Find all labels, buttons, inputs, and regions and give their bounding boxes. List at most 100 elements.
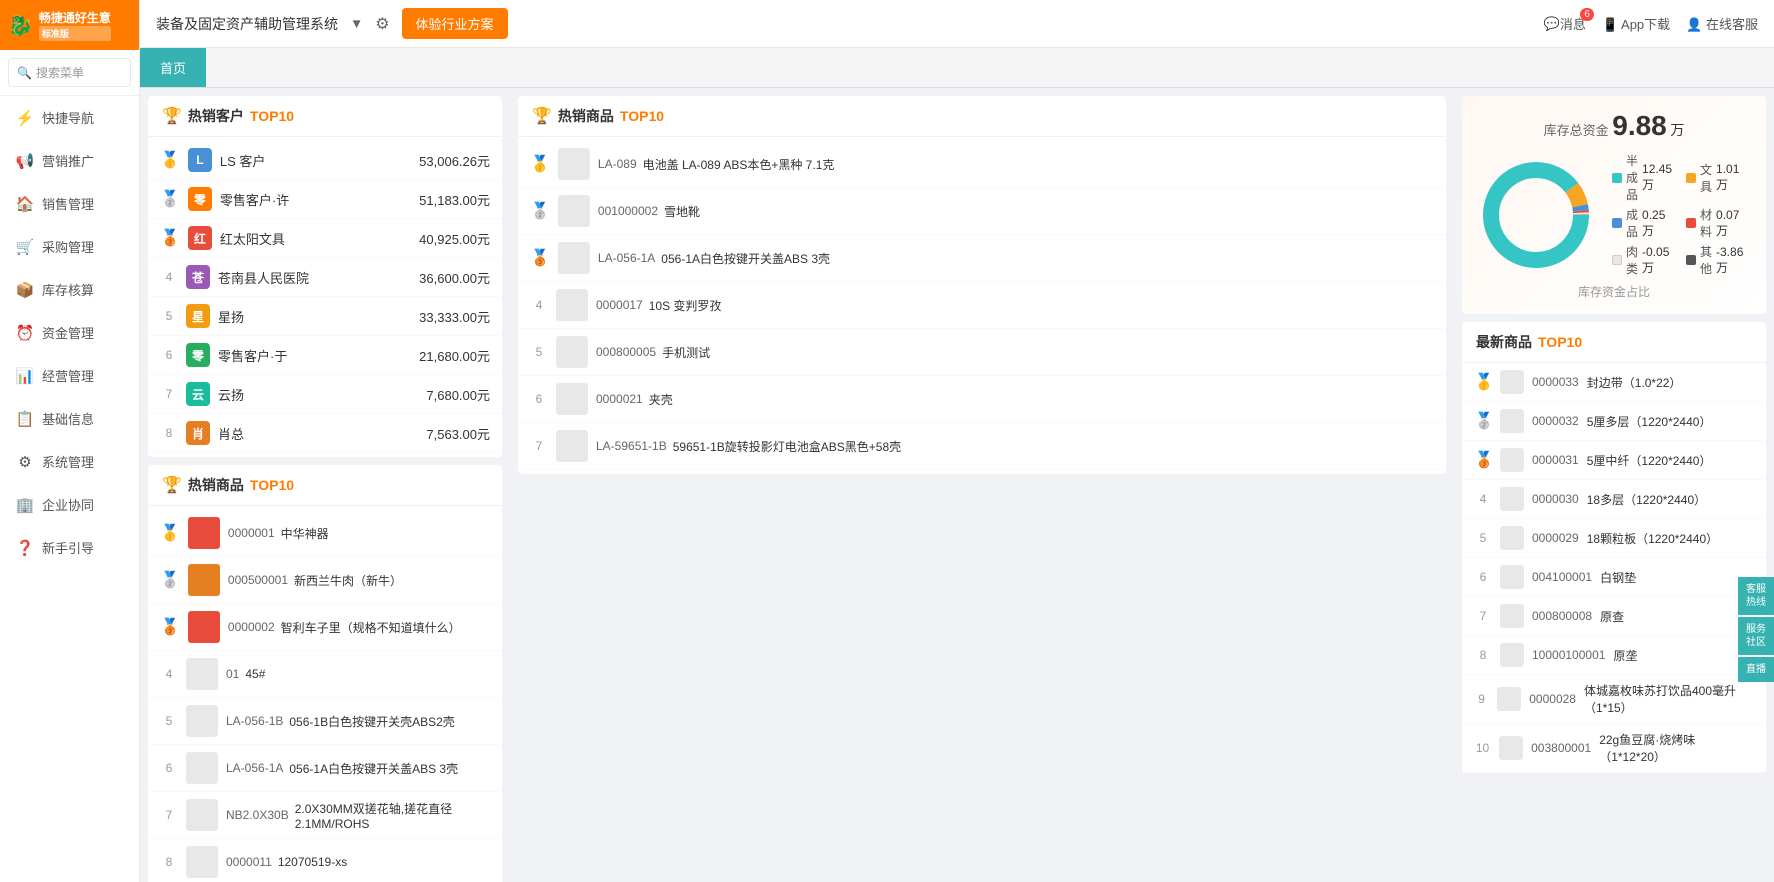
pr-name-4: 10S 变判罗孜: [649, 297, 722, 314]
sidebar-item-enterprise[interactable]: 🏢 企业协同: [0, 483, 139, 526]
sidebar-search-area[interactable]: 🔍 搜索菜单: [0, 50, 139, 96]
rank-num-7: 7: [160, 387, 178, 401]
prod-trophy-icon: 🏆: [532, 106, 552, 126]
float-service-community[interactable]: 服务社区: [1738, 617, 1774, 655]
newest-item-6: 6 004100001 白钢垫: [1462, 558, 1766, 597]
inventory-unit: 万: [1670, 122, 1684, 138]
legend-dot-1: [1612, 173, 1622, 183]
marketing-icon: 📢: [16, 152, 34, 170]
guide-icon: ❓: [16, 539, 34, 557]
inventory-label: 库存总资金: [1544, 123, 1609, 138]
tab-home[interactable]: 首页: [140, 48, 206, 87]
sidebar-item-label: 基础信息: [42, 409, 94, 428]
product-code-6: LA-056-1A: [226, 761, 283, 775]
product-code-8: 0000011: [226, 855, 272, 869]
product-info-6: LA-056-1A 056-1A白色按键开关盖ABS 3壳: [226, 760, 490, 777]
sidebar-item-purchase[interactable]: 🛒 采购管理: [0, 225, 139, 268]
nav-tabs: 首页: [140, 48, 1774, 88]
float-service: 客服热线 服务社区 直播: [1738, 577, 1774, 682]
newest-name-7: 原查: [1600, 608, 1624, 625]
newest-code-4: 0000030: [1532, 492, 1579, 506]
sidebar-item-system[interactable]: ⚙ 系统管理: [0, 440, 139, 483]
inventory-total: 库存总资金 9.88 万: [1476, 110, 1752, 142]
pr-thumb-4: [556, 289, 588, 321]
newest-item-1: 🥇 0000033 封边带（1.0*22）: [1462, 363, 1766, 402]
legend-val-3: 0.25 万: [1642, 208, 1678, 239]
sidebar-item-label: 企业协同: [42, 495, 94, 514]
sales-icon: 🏠: [16, 195, 34, 213]
customer-amount-1: 53,006.26元: [419, 151, 490, 170]
product-info-3: 0000002 智利车子里（规格不知道填什么）: [228, 619, 490, 636]
online-service-link[interactable]: 👤 在线客服: [1686, 14, 1758, 33]
customer-rank-1: 🥇 L LS 客户 53,006.26元: [148, 141, 502, 180]
system-dropdown-button[interactable]: ▼: [350, 16, 363, 31]
search-icon: 🔍: [17, 66, 32, 80]
product-name-6: 056-1A白色按键开关盖ABS 3壳: [289, 760, 458, 777]
sidebar-item-shortcut[interactable]: ⚡ 快捷导航: [0, 96, 139, 139]
product-ranking-right-badge: TOP10: [620, 108, 664, 124]
customer-top10-title: 热销客户: [188, 106, 244, 126]
inventory-value: 9.88: [1612, 110, 1667, 141]
trial-button[interactable]: 体验行业方案: [402, 8, 508, 39]
legend-dot-3: [1612, 218, 1622, 228]
sidebar-item-basic[interactable]: 📋 基础信息: [0, 397, 139, 440]
sidebar-item-operation[interactable]: 📊 经营管理: [0, 354, 139, 397]
system-icon: ⚙: [16, 453, 34, 471]
prod-right-6: 6 0000021 夹壳: [518, 376, 1446, 423]
hot-products-title: 热销商品: [188, 475, 244, 495]
newest-thumb-8: [1500, 643, 1524, 667]
sidebar-item-finance[interactable]: ⏰ 资金管理: [0, 311, 139, 354]
sidebar-item-guide[interactable]: ❓ 新手引导: [0, 526, 139, 569]
newest-item-9: 9 0000028 体城嘉枚味苏打饮品400毫升（1*15）: [1462, 675, 1766, 724]
phone-icon: 📱: [1602, 17, 1618, 32]
medal-3: 🥉: [160, 228, 180, 248]
newest-thumb-9: [1497, 687, 1521, 711]
product-thumb-6: [186, 752, 218, 784]
inventory-icon: 📦: [16, 281, 34, 299]
product-thumb-5: [186, 705, 218, 737]
newest-code-10: 003800001: [1531, 741, 1591, 755]
hot-medal-3: 🥉: [160, 617, 180, 637]
avatar-7: 云: [186, 382, 210, 406]
product-thumb-7: [186, 799, 218, 831]
hot-medal-1: 🥇: [160, 523, 180, 543]
legend-dot-4: [1686, 218, 1696, 228]
customer-name-2: 零售客户·许: [220, 190, 411, 209]
pr-info-2: 001000002 雪地靴: [598, 203, 1434, 220]
prod-right-5: 5 000800005 手机测试: [518, 329, 1446, 376]
pr-medal-1: 🥇: [530, 154, 550, 174]
rank-num-8: 8: [160, 426, 178, 440]
newest-medal-3: 🥉: [1474, 450, 1492, 470]
sidebar-menu: ⚡ 快捷导航 📢 营销推广 🏠 销售管理 🛒 采购管理 📦 库存核算 ⏰ 资: [0, 96, 139, 882]
sidebar-item-label: 营销推广: [42, 151, 94, 170]
product-info-4: 01 45#: [226, 667, 490, 681]
float-customer-service[interactable]: 客服热线: [1738, 577, 1774, 615]
message-badge[interactable]: 💬 6 消息: [1544, 14, 1586, 33]
app-download-link[interactable]: 📱 App下载: [1602, 14, 1670, 33]
sidebar-item-label: 库存核算: [42, 280, 94, 299]
pr-thumb-5: [556, 336, 588, 368]
float-live[interactable]: 直播: [1738, 657, 1774, 682]
finance-icon: ⏰: [16, 324, 34, 342]
sidebar-item-sales[interactable]: 🏠 销售管理: [0, 182, 139, 225]
prod-right-3: 🥉 LA-056-1A 056-1A白色按键开关盖ABS 3壳: [518, 235, 1446, 282]
hot-products-list: 🥇 0000001 中华神器 🥈 000500001: [148, 506, 502, 882]
product-thumb-8: [186, 846, 218, 878]
product-code-4: 01: [226, 667, 239, 681]
avatar-4: 苍: [186, 265, 210, 289]
settings-button[interactable]: ⚙: [375, 14, 389, 34]
legend-val-1: 12.45 万: [1642, 162, 1678, 193]
newest-code-8: 10000100001: [1532, 648, 1605, 662]
app-download-label: App下载: [1621, 17, 1670, 32]
newest-name-4: 18多层（1220*2440）: [1587, 491, 1706, 508]
legend-name-4: 材料: [1700, 206, 1712, 240]
legend-item-4: 材料 0.07 万: [1686, 206, 1752, 240]
prod-right-7: 7 LA-59651-1B 59651-1B旋转投影灯电池盒ABS黑色+58壳: [518, 423, 1446, 470]
customer-rank-6: 6 零 零售客户·于 21,680.00元: [148, 336, 502, 375]
header-right: 💬 6 消息 📱 App下载 👤 在线客服: [1544, 14, 1758, 33]
sidebar-item-inventory[interactable]: 📦 库存核算: [0, 268, 139, 311]
product-ranking-right-list: 🥇 LA-089 电池盖 LA-089 ABS本色+黑种 7.1克 🥈: [518, 137, 1446, 474]
search-menu-button[interactable]: 🔍 搜索菜单: [8, 58, 131, 87]
sidebar-item-marketing[interactable]: 📢 营销推广: [0, 139, 139, 182]
legend-dot-2: [1686, 173, 1696, 183]
